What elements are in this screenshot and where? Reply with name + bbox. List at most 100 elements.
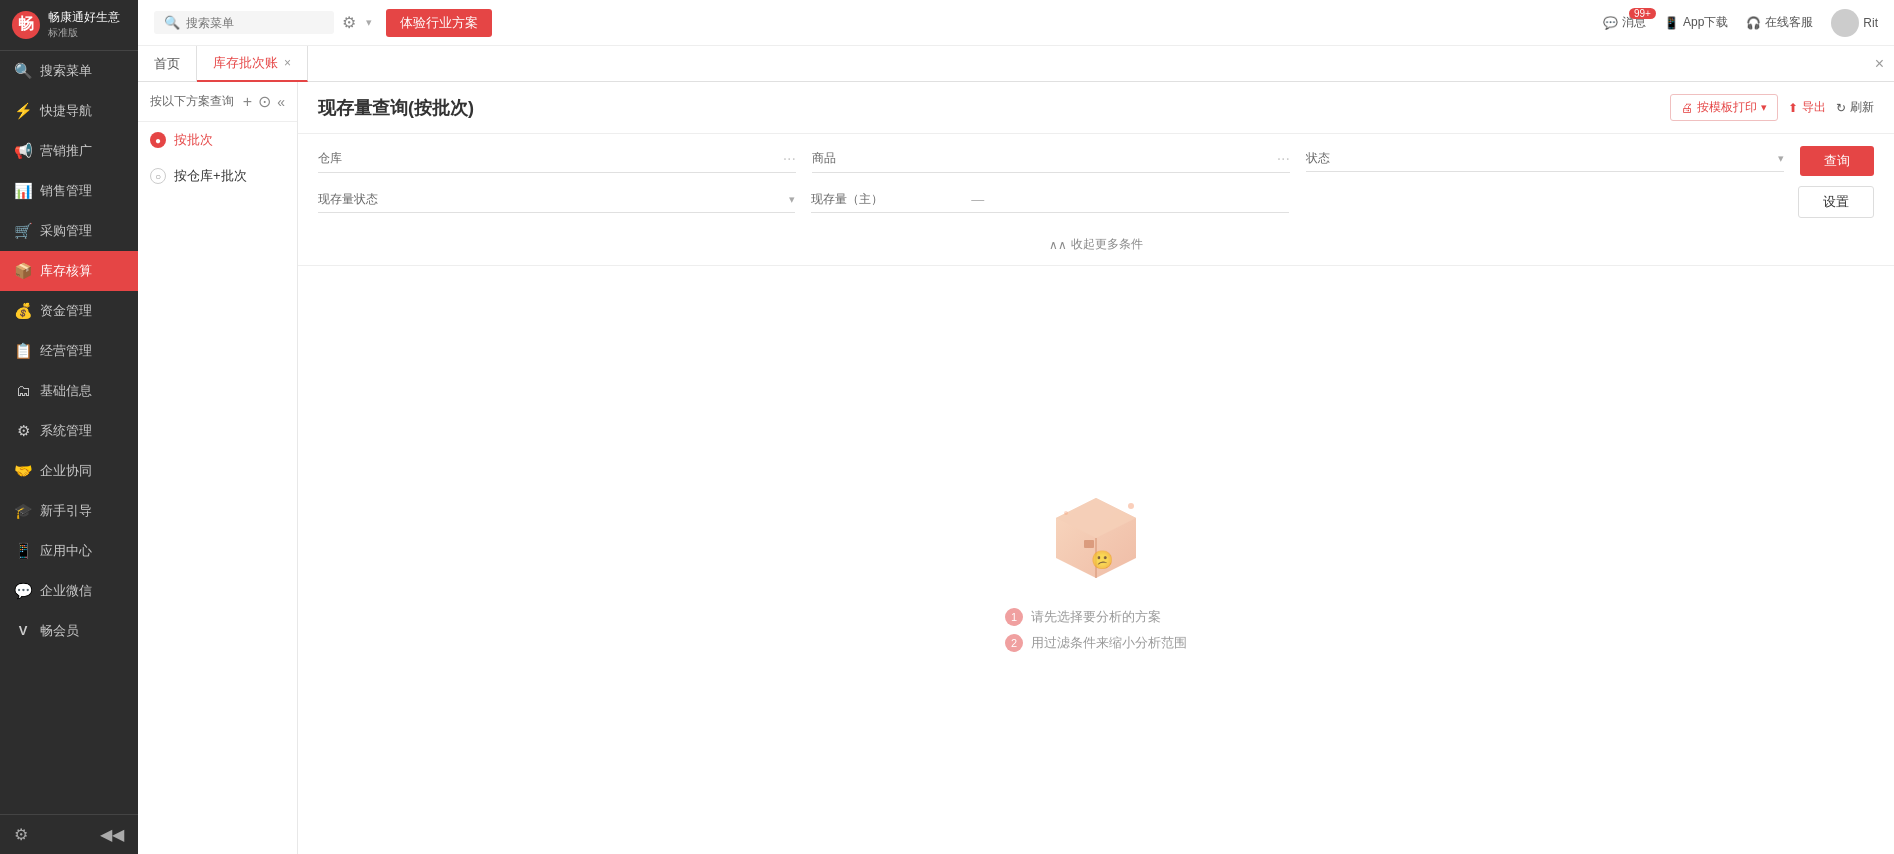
experience-industry-button[interactable]: 体验行业方案 bbox=[386, 9, 492, 37]
status-label: 状态 bbox=[1306, 150, 1346, 167]
sidebar-wechat-label: 企业微信 bbox=[40, 582, 92, 600]
filter-status: 状态 ▾ bbox=[1306, 150, 1784, 172]
base-icon: 🗂 bbox=[14, 382, 32, 400]
topbar: 🔍 ⚙ ▾ 体验行业方案 💬 消息 99+ 📱 App下载 🎧 在线客服 Rit bbox=[138, 0, 1894, 46]
headset-icon: 🎧 bbox=[1746, 16, 1761, 30]
sidebar-item-member[interactable]: V 畅会员 bbox=[0, 611, 138, 651]
wechat-icon: 💬 bbox=[14, 582, 32, 600]
refresh-label: 刷新 bbox=[1850, 99, 1874, 116]
add-scheme-icon[interactable]: + bbox=[243, 93, 252, 111]
scheme-settings-icon[interactable]: ⊙ bbox=[258, 92, 271, 111]
tab-inventory-label: 库存批次账 bbox=[213, 54, 278, 72]
tab-home-label: 首页 bbox=[154, 55, 180, 73]
tab-home[interactable]: 首页 bbox=[138, 46, 197, 82]
right-panel: 现存量查询(按批次) 🖨 按模板打印 ▾ ⬆ 导出 ↻ 刷新 bbox=[298, 82, 1894, 854]
print-button[interactable]: 🖨 按模板打印 ▾ bbox=[1670, 94, 1778, 121]
sidebar-item-search[interactable]: 🔍 搜索菜单 bbox=[0, 51, 138, 91]
status-select[interactable] bbox=[1346, 152, 1778, 166]
tip-2-num: 2 bbox=[1005, 634, 1023, 652]
sidebar-search-label: 搜索菜单 bbox=[40, 62, 92, 80]
scheme-warehouse-batch-label: 按仓库+批次 bbox=[174, 167, 247, 185]
sidebar-item-newbie[interactable]: 🎓 新手引导 bbox=[0, 491, 138, 531]
sidebar-appstore-label: 应用中心 bbox=[40, 542, 92, 560]
scheme-item-batch[interactable]: ● 按批次 bbox=[138, 122, 297, 158]
collapse-sidebar-icon[interactable]: ◀◀ bbox=[100, 825, 124, 844]
collab-icon: 🤝 bbox=[14, 462, 32, 480]
query-button[interactable]: 查询 bbox=[1800, 146, 1874, 176]
export-label: 导出 bbox=[1802, 99, 1826, 116]
export-icon: ⬆ bbox=[1788, 101, 1798, 115]
scheme-collapse-icon[interactable]: « bbox=[277, 94, 285, 110]
app-name: 畅康通好生意 bbox=[48, 10, 120, 26]
filter-inventory-quantity: 现存量（主） — bbox=[811, 191, 1288, 213]
print-dropdown-arrow[interactable]: ▾ bbox=[1761, 101, 1767, 114]
tabs-close-all-icon[interactable]: × bbox=[1875, 55, 1884, 73]
warehouse-input[interactable] bbox=[358, 152, 783, 166]
topbar-right: 💬 消息 99+ 📱 App下载 🎧 在线客服 Rit bbox=[1603, 9, 1878, 37]
scheme-batch-label: 按批次 bbox=[174, 131, 213, 149]
svg-point-4 bbox=[1128, 503, 1134, 509]
username-label: Rit bbox=[1863, 16, 1878, 30]
product-dots[interactable]: ··· bbox=[1277, 150, 1290, 168]
sidebar-inventory-label: 库存核算 bbox=[40, 262, 92, 280]
scheme-dot-active: ● bbox=[150, 132, 166, 148]
sidebar-item-base[interactable]: 🗂 基础信息 bbox=[0, 371, 138, 411]
inventory-status-select[interactable] bbox=[378, 193, 789, 207]
tab-close-icon[interactable]: × bbox=[284, 56, 291, 70]
sidebar-item-marketing[interactable]: 📢 营销推广 bbox=[0, 131, 138, 171]
sales-icon: 📊 bbox=[14, 182, 32, 200]
sidebar-item-system[interactable]: ⚙ 系统管理 bbox=[0, 411, 138, 451]
sidebar-item-finance[interactable]: 💰 资金管理 bbox=[0, 291, 138, 331]
sidebar-nav: ⚡ 快捷导航 📢 营销推广 📊 销售管理 🛒 采购管理 📦 库存核算 💰 资金管… bbox=[0, 91, 138, 814]
app-download-label: App下载 bbox=[1683, 14, 1728, 31]
sidebar-item-collab[interactable]: 🤝 企业协同 bbox=[0, 451, 138, 491]
scheme-item-warehouse-batch[interactable]: ○ 按仓库+批次 bbox=[138, 158, 297, 194]
sidebar-item-inventory[interactable]: 📦 库存核算 bbox=[0, 251, 138, 291]
sidebar-item-sales[interactable]: 📊 销售管理 bbox=[0, 171, 138, 211]
logo-text-block: 畅康通好生意 标准版 bbox=[48, 10, 120, 40]
filter-product: 商品 ··· bbox=[812, 150, 1290, 173]
tab-inventory-batch[interactable]: 库存批次账 × bbox=[197, 46, 308, 82]
sidebar-item-quicknav[interactable]: ⚡ 快捷导航 bbox=[0, 91, 138, 131]
print-icon: 🖨 bbox=[1681, 101, 1693, 115]
sidebar-item-business[interactable]: 📋 经营管理 bbox=[0, 331, 138, 371]
filter-warehouse: 仓库 ··· bbox=[318, 150, 796, 173]
print-label: 按模板打印 bbox=[1697, 99, 1757, 116]
online-service-label: 在线客服 bbox=[1765, 14, 1813, 31]
inventory-icon: 📦 bbox=[14, 262, 32, 280]
sidebar-bottom: ⚙ ◀◀ bbox=[0, 814, 138, 854]
sidebar-item-wechat[interactable]: 💬 企业微信 bbox=[0, 571, 138, 611]
member-icon: V bbox=[14, 622, 32, 640]
collapse-row[interactable]: ∧∧ 收起更多条件 bbox=[318, 228, 1874, 253]
topbar-search-input[interactable] bbox=[186, 16, 306, 30]
topbar-app-download[interactable]: 📱 App下载 bbox=[1664, 14, 1728, 31]
filter-area: 仓库 ··· 商品 ··· 状态 bbox=[298, 134, 1894, 266]
scheme-panel: 按以下方案查询 + ⊙ « ● 按批次 ○ 按仓库+批次 bbox=[138, 82, 298, 854]
sidebar-item-purchase[interactable]: 🛒 采购管理 bbox=[0, 211, 138, 251]
inventory-qty-label: 现存量（主） bbox=[811, 191, 883, 208]
tip-1-text: 请先选择要分析的方案 bbox=[1031, 608, 1161, 626]
topbar-user[interactable]: Rit bbox=[1831, 9, 1878, 37]
export-button[interactable]: ⬆ 导出 bbox=[1788, 99, 1826, 116]
topbar-gear-icon[interactable]: ⚙ bbox=[342, 13, 356, 32]
refresh-button[interactable]: ↻ 刷新 bbox=[1836, 99, 1874, 116]
refresh-icon: ↻ bbox=[1836, 101, 1846, 115]
inv-status-arrow-icon: ▾ bbox=[789, 193, 795, 206]
sidebar-collab-label: 企业协同 bbox=[40, 462, 92, 480]
topbar-search-box[interactable]: 🔍 bbox=[154, 11, 334, 34]
topbar-online-service[interactable]: 🎧 在线客服 bbox=[1746, 14, 1813, 31]
qty-from-input[interactable] bbox=[883, 193, 963, 207]
topbar-message[interactable]: 💬 消息 99+ bbox=[1603, 14, 1646, 31]
settings-button[interactable]: 设置 bbox=[1798, 186, 1874, 218]
tip-2-text: 用过滤条件来缩小分析范围 bbox=[1031, 634, 1187, 652]
newbie-icon: 🎓 bbox=[14, 502, 32, 520]
qty-to-input[interactable] bbox=[992, 193, 1072, 207]
search-icon: 🔍 bbox=[14, 62, 32, 80]
filter-inventory-status: 现存量状态 ▾ bbox=[318, 191, 795, 213]
topbar-dropdown-arrow[interactable]: ▾ bbox=[366, 16, 372, 29]
sidebar-item-appstore[interactable]: 📱 应用中心 bbox=[0, 531, 138, 571]
settings-icon[interactable]: ⚙ bbox=[14, 825, 28, 844]
quicknav-icon: ⚡ bbox=[14, 102, 32, 120]
product-input[interactable] bbox=[852, 152, 1277, 166]
warehouse-dots[interactable]: ··· bbox=[783, 150, 796, 168]
